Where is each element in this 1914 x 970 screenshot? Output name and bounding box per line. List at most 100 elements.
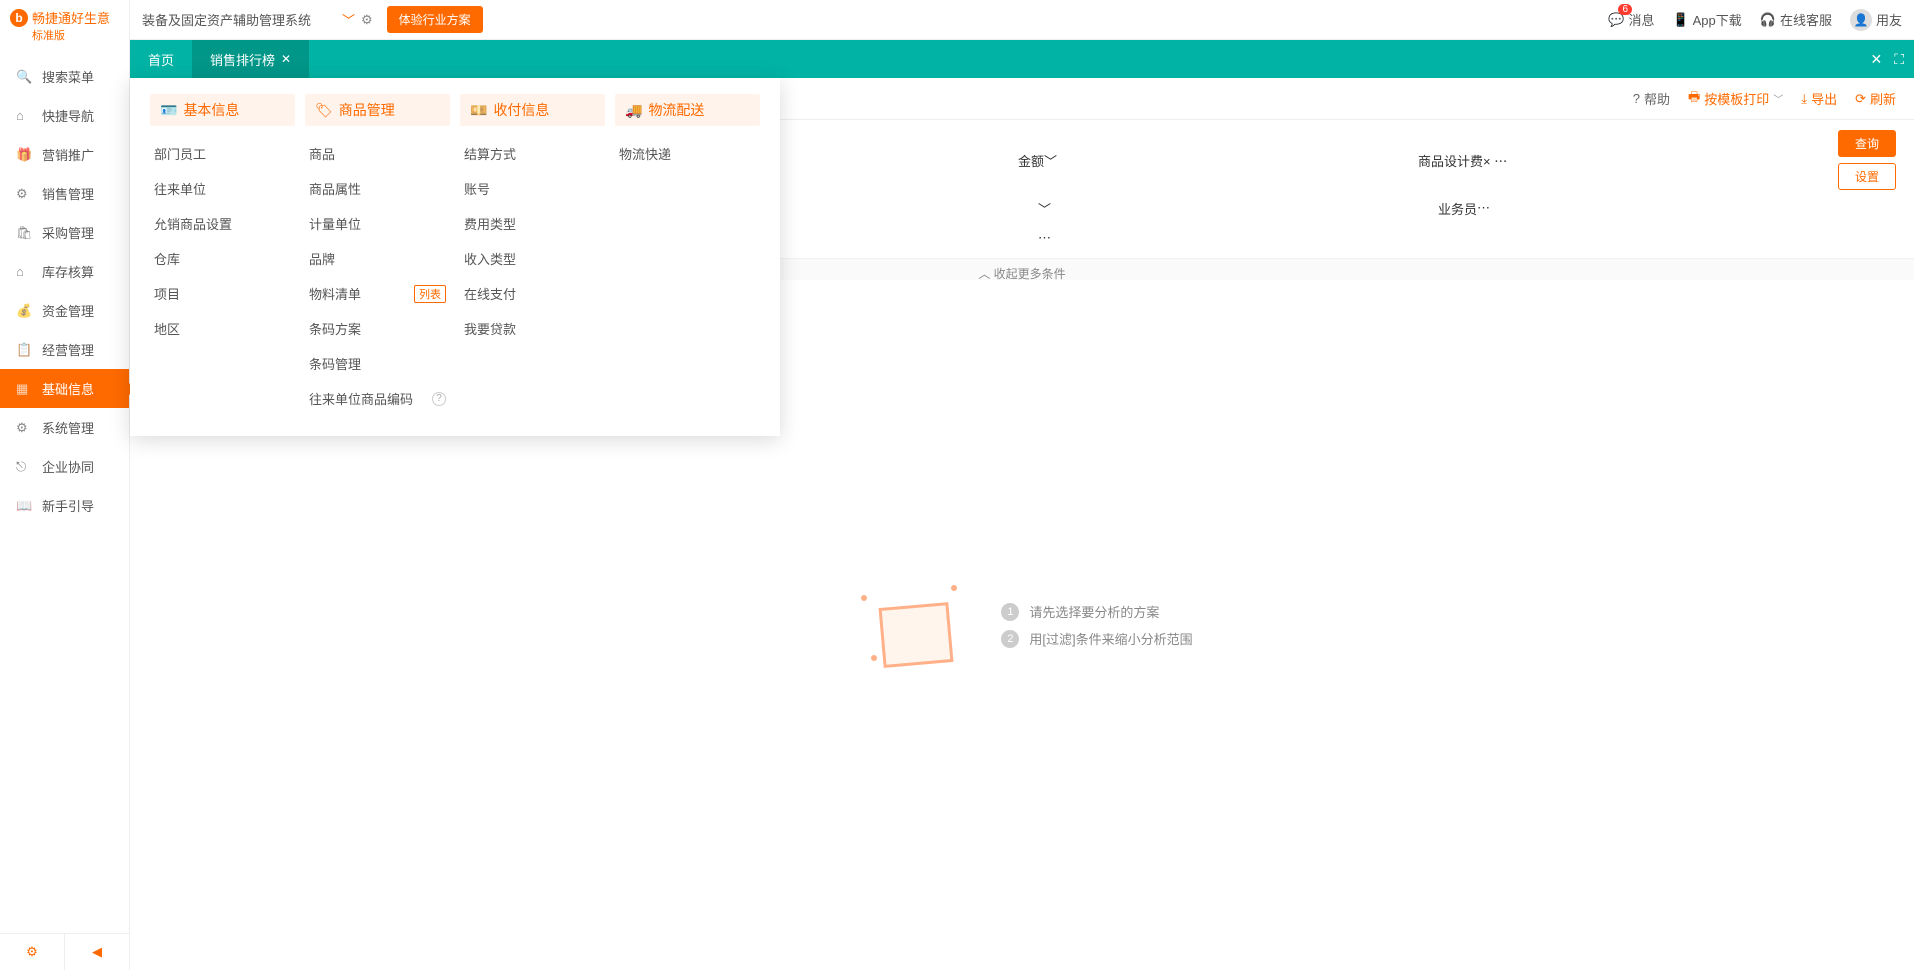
refresh-icon: ⟳: [1855, 91, 1866, 107]
book-icon: 📖: [16, 498, 32, 514]
product-input[interactable]: 设计费× ⋯: [1444, 151, 1507, 170]
clipboard-icon: 📋: [16, 342, 32, 358]
sidebar-item-marketing[interactable]: 🎁营销推广: [0, 135, 129, 174]
truck-icon: 🚚: [625, 102, 642, 119]
step-number: 1: [1001, 603, 1019, 621]
gear-icon: ⚙: [16, 420, 32, 436]
flyout-item-bom[interactable]: 物料清单列表: [305, 276, 450, 311]
flyout-item-goods-attr[interactable]: 商品属性: [305, 171, 450, 206]
header: 装备及固定资产辅助管理系统 ﹀ ⚙ 体验行业方案 💬 消息 6 📱 App下载 …: [130, 0, 1914, 40]
flyout-col-payment: 💴收付信息 结算方式 账号 费用类型 收入类型 在线支付 我要贷款: [460, 94, 605, 416]
headset-icon: 🎧: [1760, 12, 1776, 28]
flyout-item-project[interactable]: 项目: [150, 276, 295, 311]
flyout-item-brand[interactable]: 品牌: [305, 241, 450, 276]
chip-remove-icon[interactable]: ×: [1483, 154, 1491, 169]
flyout-item-online-pay[interactable]: 在线支付: [460, 276, 605, 311]
flyout-col-basic: 🪪基本信息 部门员工 往来单位 允销商品设置 仓库 项目 地区: [150, 94, 295, 416]
sidebar-item-guide[interactable]: 📖 新手引导: [0, 486, 129, 525]
sidebar-item-basicinfo[interactable]: ▦基础信息: [0, 369, 129, 408]
step-text: 请先选择要分析的方案: [1029, 602, 1159, 621]
sidebar-item-system[interactable]: ⚙系统管理: [0, 408, 129, 447]
sidebar-item-sales[interactable]: ⚙销售管理: [0, 174, 129, 213]
empty-illustration: [851, 565, 971, 685]
close-icon[interactable]: ✕: [281, 52, 291, 66]
flyout-item-express[interactable]: 物流快递: [615, 136, 760, 171]
flyout-item-expense-type[interactable]: 费用类型: [460, 206, 605, 241]
flyout-item-region[interactable]: 地区: [150, 311, 295, 346]
flyout-item-unit[interactable]: 计量单位: [305, 206, 450, 241]
more-icon[interactable]: ⋯: [1038, 230, 1051, 245]
close-all-tabs-button[interactable]: ✕: [1870, 51, 1882, 68]
sidebar-collapse-button[interactable]: ◀: [65, 934, 129, 970]
flyout-heading: 💴收付信息: [460, 94, 605, 126]
flyout-item-warehouse[interactable]: 仓库: [150, 241, 295, 276]
tabbar: 首页 销售排行榜 ✕ ✕ ⛶: [130, 40, 1914, 78]
sidebar-item-inventory[interactable]: ⌂库存核算: [0, 252, 129, 291]
amount-select[interactable]: ﹀: [1044, 151, 1057, 170]
export-button[interactable]: ⤓导出: [1801, 89, 1837, 108]
system-selector[interactable]: 装备及固定资产辅助管理系统: [142, 10, 342, 29]
extra-select[interactable]: ﹀: [1038, 199, 1051, 218]
flyout-item-allowsale[interactable]: 允销商品设置: [150, 206, 295, 241]
user-menu[interactable]: 👤 用友: [1850, 9, 1902, 31]
messages-badge: 6: [1618, 4, 1632, 15]
flyout-item-settlement[interactable]: 结算方式: [460, 136, 605, 171]
product-label: 商品: [1418, 151, 1444, 170]
header-right: 💬 消息 6 📱 App下载 🎧 在线客服 👤 用友: [1608, 9, 1902, 31]
messages-button[interactable]: 💬 消息 6: [1608, 10, 1654, 29]
query-button[interactable]: 查询: [1838, 130, 1896, 157]
help-icon[interactable]: ?: [432, 392, 446, 406]
chip-text: 设计费: [1444, 154, 1483, 169]
avatar: 👤: [1850, 9, 1872, 31]
print-template-button[interactable]: 🖶按模板打印﹀: [1688, 88, 1783, 110]
flyout-item-partner-goods-code[interactable]: 往来单位商品编码?: [305, 381, 450, 416]
coin-icon: 💴: [470, 102, 487, 119]
phone-icon: 📱: [1672, 12, 1688, 28]
help-icon: ?: [1633, 91, 1640, 106]
flyout-heading: 🚚物流配送: [615, 94, 760, 126]
sidebar-item-purchase[interactable]: 🛍采购管理: [0, 213, 129, 252]
experience-button[interactable]: 体验行业方案: [387, 6, 483, 33]
flyout-item-staff[interactable]: 部门员工: [150, 136, 295, 171]
refresh-button[interactable]: ⟳刷新: [1855, 89, 1896, 108]
export-icon: ⤓: [1801, 91, 1807, 107]
chevron-down-icon[interactable]: ﹀: [342, 10, 355, 29]
tab-sales-ranking[interactable]: 销售排行榜 ✕: [192, 40, 309, 78]
flyout-item-income-type[interactable]: 收入类型: [460, 241, 605, 276]
messages-label: 消息: [1628, 10, 1654, 29]
settings-button[interactable]: 设置: [1838, 163, 1896, 190]
sidebar-footer: ⚙ ◀: [0, 933, 129, 970]
sidebar-item-quicknav[interactable]: ⌂快捷导航: [0, 96, 129, 135]
online-service-button[interactable]: 🎧 在线客服: [1760, 10, 1832, 29]
sidebar-item-operations[interactable]: 📋经营管理: [0, 330, 129, 369]
sidebar-item-search[interactable]: 🔍搜索菜单: [0, 57, 129, 96]
help-button[interactable]: ?帮助: [1633, 89, 1670, 108]
tab-home[interactable]: 首页: [130, 40, 192, 78]
print-label: 按模板打印: [1704, 89, 1769, 108]
salesperson-label: 业务员: [1438, 199, 1477, 218]
empty-step-1: 1 请先选择要分析的方案: [1001, 602, 1192, 621]
system-settings-icon[interactable]: ⚙: [361, 12, 373, 28]
tab-label: 销售排行榜: [210, 50, 275, 69]
amount-label: 金额: [1018, 151, 1044, 170]
flyout-item-account[interactable]: 账号: [460, 171, 605, 206]
flyout-item-partners[interactable]: 往来单位: [150, 171, 295, 206]
flyout-title: 商品管理: [339, 100, 395, 120]
sidebar-item-collab[interactable]: ⎋企业协同: [0, 447, 129, 486]
app-download-button[interactable]: 📱 App下载: [1672, 10, 1741, 29]
extra-input[interactable]: ⋯: [1038, 230, 1051, 246]
bag-icon: 🛍: [16, 225, 32, 241]
flyout-item-loan[interactable]: 我要贷款: [460, 311, 605, 346]
more-icon[interactable]: ⋯: [1494, 154, 1507, 169]
tag-icon: 🏷: [315, 102, 333, 119]
flyout-item-barcode-mgmt[interactable]: 条码管理: [305, 346, 450, 381]
flyout-item-goods[interactable]: 商品: [305, 136, 450, 171]
sidebar-item-label: 新手引导: [42, 496, 94, 515]
sidebar-settings-button[interactable]: ⚙: [0, 934, 65, 970]
sidebar-item-funds[interactable]: 💰资金管理: [0, 291, 129, 330]
more-icon[interactable]: ⋯: [1477, 200, 1490, 215]
fullscreen-button[interactable]: ⛶: [1894, 51, 1904, 68]
salesperson-input[interactable]: ⋯: [1477, 200, 1490, 216]
flyout-item-barcode-plan[interactable]: 条码方案: [305, 311, 450, 346]
sidebar-item-label: 库存核算: [42, 262, 94, 281]
